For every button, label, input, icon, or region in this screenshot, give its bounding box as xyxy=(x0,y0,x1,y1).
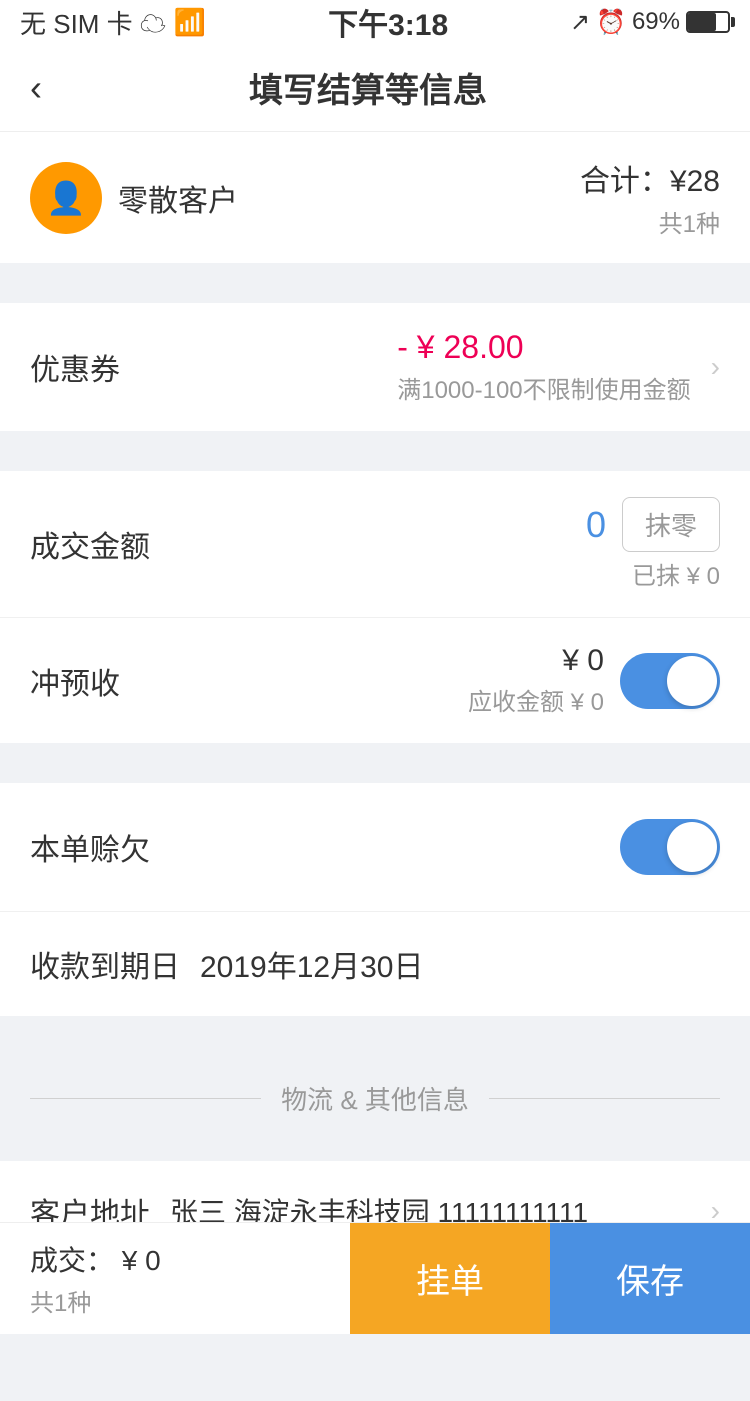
status-right: ↗ ⏰ 69% xyxy=(570,8,730,37)
coupon-discount: - ¥ 28.00 xyxy=(397,329,690,366)
signal-text: 无 SIM 卡 ☁ xyxy=(20,4,166,41)
status-left: 无 SIM 卡 ☁ 📶 xyxy=(20,4,206,41)
bottom-summary-count: 共1种 xyxy=(30,1283,320,1318)
already-rounded: 已抹 ¥ 0 xyxy=(586,556,720,591)
prepayment-values: ¥ 0 应收金额 ¥ 0 xyxy=(468,644,604,717)
transaction-values: 0 抹零 已抹 ¥ 0 xyxy=(586,497,720,591)
status-bar: 无 SIM 卡 ☁ 📶 下午3:18 ↗ ⏰ 69% xyxy=(0,0,750,44)
avatar-icon: 👤 xyxy=(46,179,86,217)
logistics-header: 物流 & 其他信息 xyxy=(0,1056,750,1141)
customer-section: 👤 零散客户 合计：¥28 共1种 xyxy=(0,132,750,263)
status-time: 下午3:18 xyxy=(328,0,448,44)
alarm-icon: ⏰ xyxy=(596,8,626,37)
nav-bar: ‹ 填写结算等信息 xyxy=(0,44,750,132)
avatar: 👤 xyxy=(30,162,102,234)
bottom-bar: 成交： ¥ 0 共1种 挂单 保存 xyxy=(0,1222,750,1334)
due-date-value: 2019年12月30日 xyxy=(200,942,423,986)
location-icon: ↗ xyxy=(570,8,590,37)
credit-toggle-knob xyxy=(667,822,717,872)
hold-button[interactable]: 挂单 xyxy=(350,1223,550,1334)
coupon-row[interactable]: 优惠券 - ¥ 28.00 满1000-100不限制使用金额 › xyxy=(0,303,750,431)
logistics-title: 物流 & 其他信息 xyxy=(281,1080,469,1117)
credit-section: 本单赊欠 收款到期日 2019年12月30日 xyxy=(0,783,750,1016)
coupon-values: - ¥ 28.00 满1000-100不限制使用金额 xyxy=(397,329,690,405)
prepayment-amount: ¥ 0 xyxy=(468,644,604,678)
chevron-right-icon: › xyxy=(711,351,720,383)
total-count: 共1种 xyxy=(580,204,720,239)
credit-toggle[interactable] xyxy=(620,819,720,875)
prepayment-label: 冲预收 xyxy=(30,659,120,703)
transaction-label: 成交金额 xyxy=(30,522,150,566)
back-button[interactable]: ‹ xyxy=(20,57,52,119)
transaction-section: 成交金额 0 抹零 已抹 ¥ 0 冲预收 ¥ 0 应收金额 ¥ 0 xyxy=(0,471,750,743)
coupon-sub: 满1000-100不限制使用金额 xyxy=(397,370,690,405)
prepayment-row: 冲预收 ¥ 0 应收金额 ¥ 0 xyxy=(0,617,750,743)
wifi-icon: 📶 xyxy=(174,7,206,38)
coupon-section[interactable]: 优惠券 - ¥ 28.00 满1000-100不限制使用金额 › xyxy=(0,303,750,431)
customer-row: 👤 零散客户 合计：¥28 共1种 xyxy=(0,132,750,263)
transaction-row: 成交金额 0 抹零 已抹 ¥ 0 xyxy=(0,471,750,617)
customer-name: 零散客户 xyxy=(118,176,238,220)
round-zero-button[interactable]: 抹零 xyxy=(622,497,720,552)
bottom-summary-label: 成交： xyxy=(30,1245,114,1276)
credit-label: 本单赊欠 xyxy=(30,825,150,869)
bottom-summary-amount: ¥ 0 xyxy=(122,1245,161,1276)
customer-total: 合计：¥28 共1种 xyxy=(580,156,720,239)
save-button[interactable]: 保存 xyxy=(550,1223,750,1334)
content-area: 👤 零散客户 合计：¥28 共1种 优惠券 - ¥ 28.00 满1000-10… xyxy=(0,132,750,1401)
prepayment-toggle[interactable] xyxy=(620,653,720,709)
prepayment-sub: 应收金额 ¥ 0 xyxy=(468,682,604,717)
battery-text: 69% xyxy=(632,8,680,36)
bottom-summary: 成交： ¥ 0 共1种 xyxy=(0,1223,350,1334)
customer-left: 👤 零散客户 xyxy=(30,162,238,234)
credit-row: 本单赊欠 xyxy=(0,783,750,911)
transaction-right: 0 抹零 已抹 ¥ 0 xyxy=(150,497,720,591)
logistics-line-left xyxy=(30,1098,261,1099)
total-amount: 合计：¥28 xyxy=(580,156,720,200)
toggle-knob xyxy=(667,656,717,706)
due-date-label: 收款到期日 xyxy=(30,942,180,986)
coupon-right: - ¥ 28.00 满1000-100不限制使用金额 › xyxy=(120,329,720,405)
logistics-line-right xyxy=(489,1098,720,1099)
bottom-summary-top: 成交： ¥ 0 xyxy=(30,1239,320,1279)
prepayment-right: ¥ 0 应收金额 ¥ 0 xyxy=(120,644,720,717)
page-title: 填写结算等信息 xyxy=(52,63,684,112)
battery-icon xyxy=(686,11,730,33)
due-date-row: 收款到期日 2019年12月30日 xyxy=(0,911,750,1016)
coupon-label: 优惠券 xyxy=(30,345,120,389)
transaction-amount: 0 xyxy=(586,504,606,546)
